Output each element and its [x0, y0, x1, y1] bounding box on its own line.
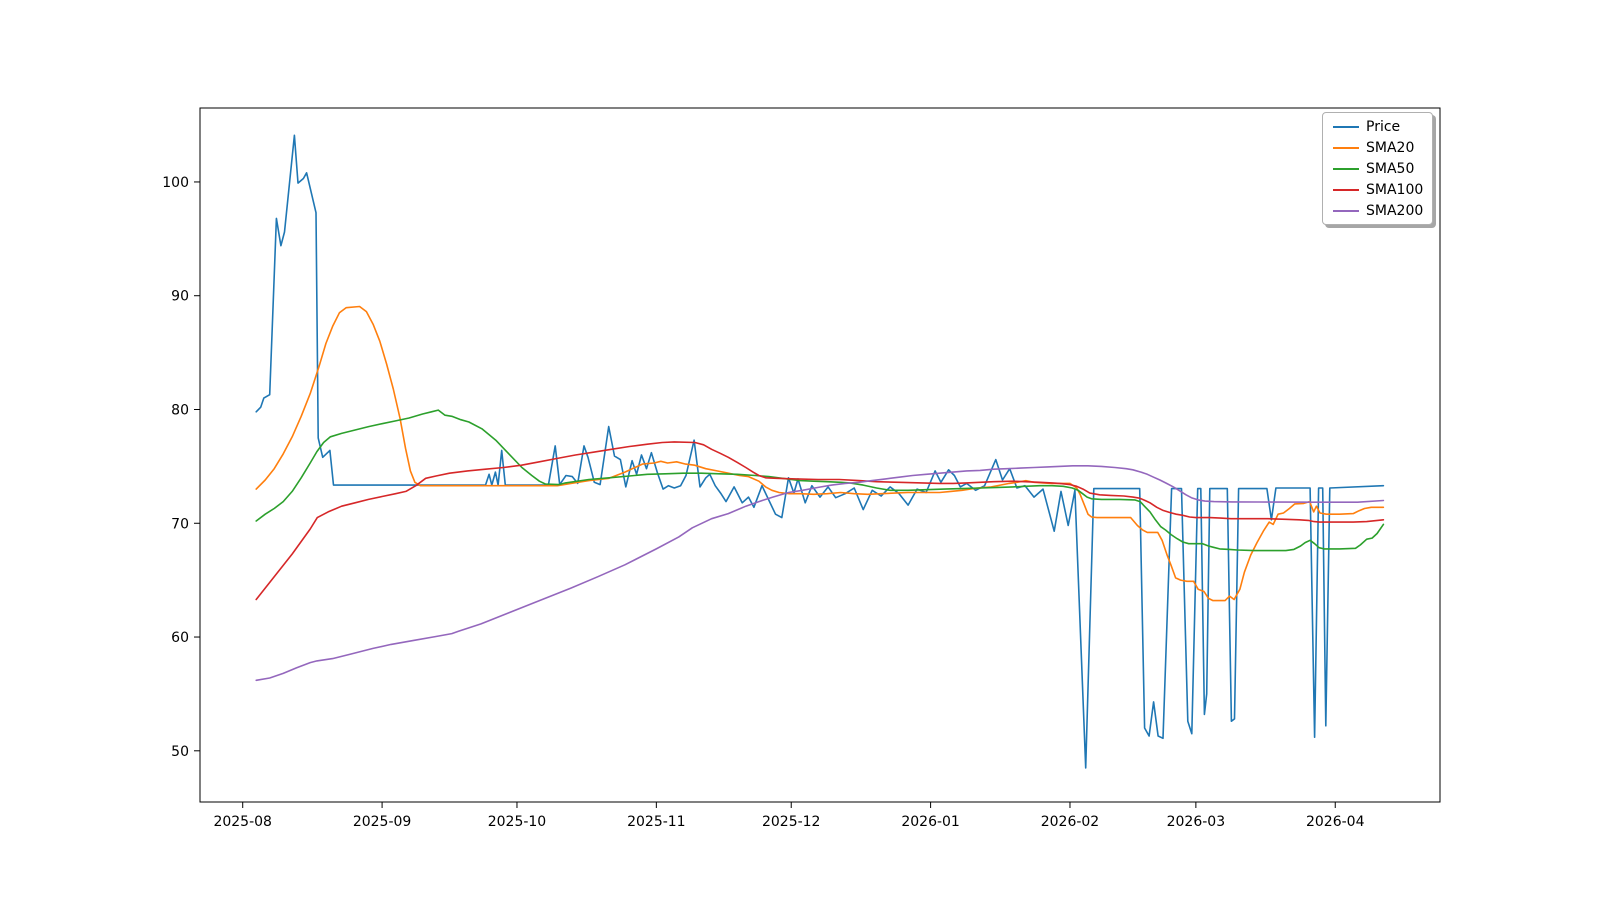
x-tick-label: 2026-04 — [1306, 814, 1365, 830]
price-line — [255, 134, 1385, 769]
sma50-line-sample-icon — [1333, 167, 1359, 170]
y-tick-label: 90 — [171, 289, 189, 305]
y-tick-label: 70 — [171, 516, 189, 532]
legend-item-sma20: SMA20 — [1333, 140, 1422, 155]
legend-item-price: Price — [1333, 119, 1422, 134]
y-tick-label: 60 — [171, 630, 189, 646]
sma20-line-sample-icon — [1333, 146, 1359, 149]
legend-label-sma100: SMA100 — [1366, 181, 1424, 198]
x-tick-label: 2025-09 — [353, 814, 412, 830]
sma100-line-sample-icon — [1333, 188, 1359, 191]
legend-item-sma100: SMA100 — [1333, 181, 1424, 198]
price-line-sample-icon — [1333, 125, 1359, 128]
legend-item-sma200: SMA200 — [1333, 202, 1424, 219]
x-tick-label: 2026-01 — [901, 814, 960, 830]
legend-label-sma200: SMA200 — [1366, 202, 1424, 219]
legend-label-price: Price — [1366, 118, 1401, 135]
sma20-line — [255, 305, 1385, 602]
x-tick-label: 2025-11 — [627, 814, 686, 830]
x-tick-label: 2025-08 — [213, 814, 272, 830]
y-tick-label: 50 — [171, 744, 189, 760]
x-tick-label: 2026-03 — [1167, 814, 1226, 830]
legend-item-sma50: SMA50 — [1333, 161, 1422, 176]
y-tick-label: 100 — [162, 175, 189, 191]
legend-label-sma20: SMA20 — [1366, 139, 1415, 156]
sma100-line — [255, 441, 1385, 601]
x-tick-label: 2025-10 — [488, 814, 547, 830]
legend-label-sma50: SMA50 — [1366, 160, 1415, 177]
plot-frame — [199, 107, 1441, 803]
y-tick-label: 80 — [171, 402, 189, 418]
legend: Price SMA20 SMA50 SMA100 SMA200 — [1322, 112, 1433, 225]
x-tick-label: 2025-12 — [762, 814, 821, 830]
x-tick-label: 2026-02 — [1041, 814, 1100, 830]
sma200-line-sample-icon — [1333, 209, 1359, 212]
sma50-line — [255, 409, 1385, 552]
sma200-line — [255, 464, 1385, 682]
